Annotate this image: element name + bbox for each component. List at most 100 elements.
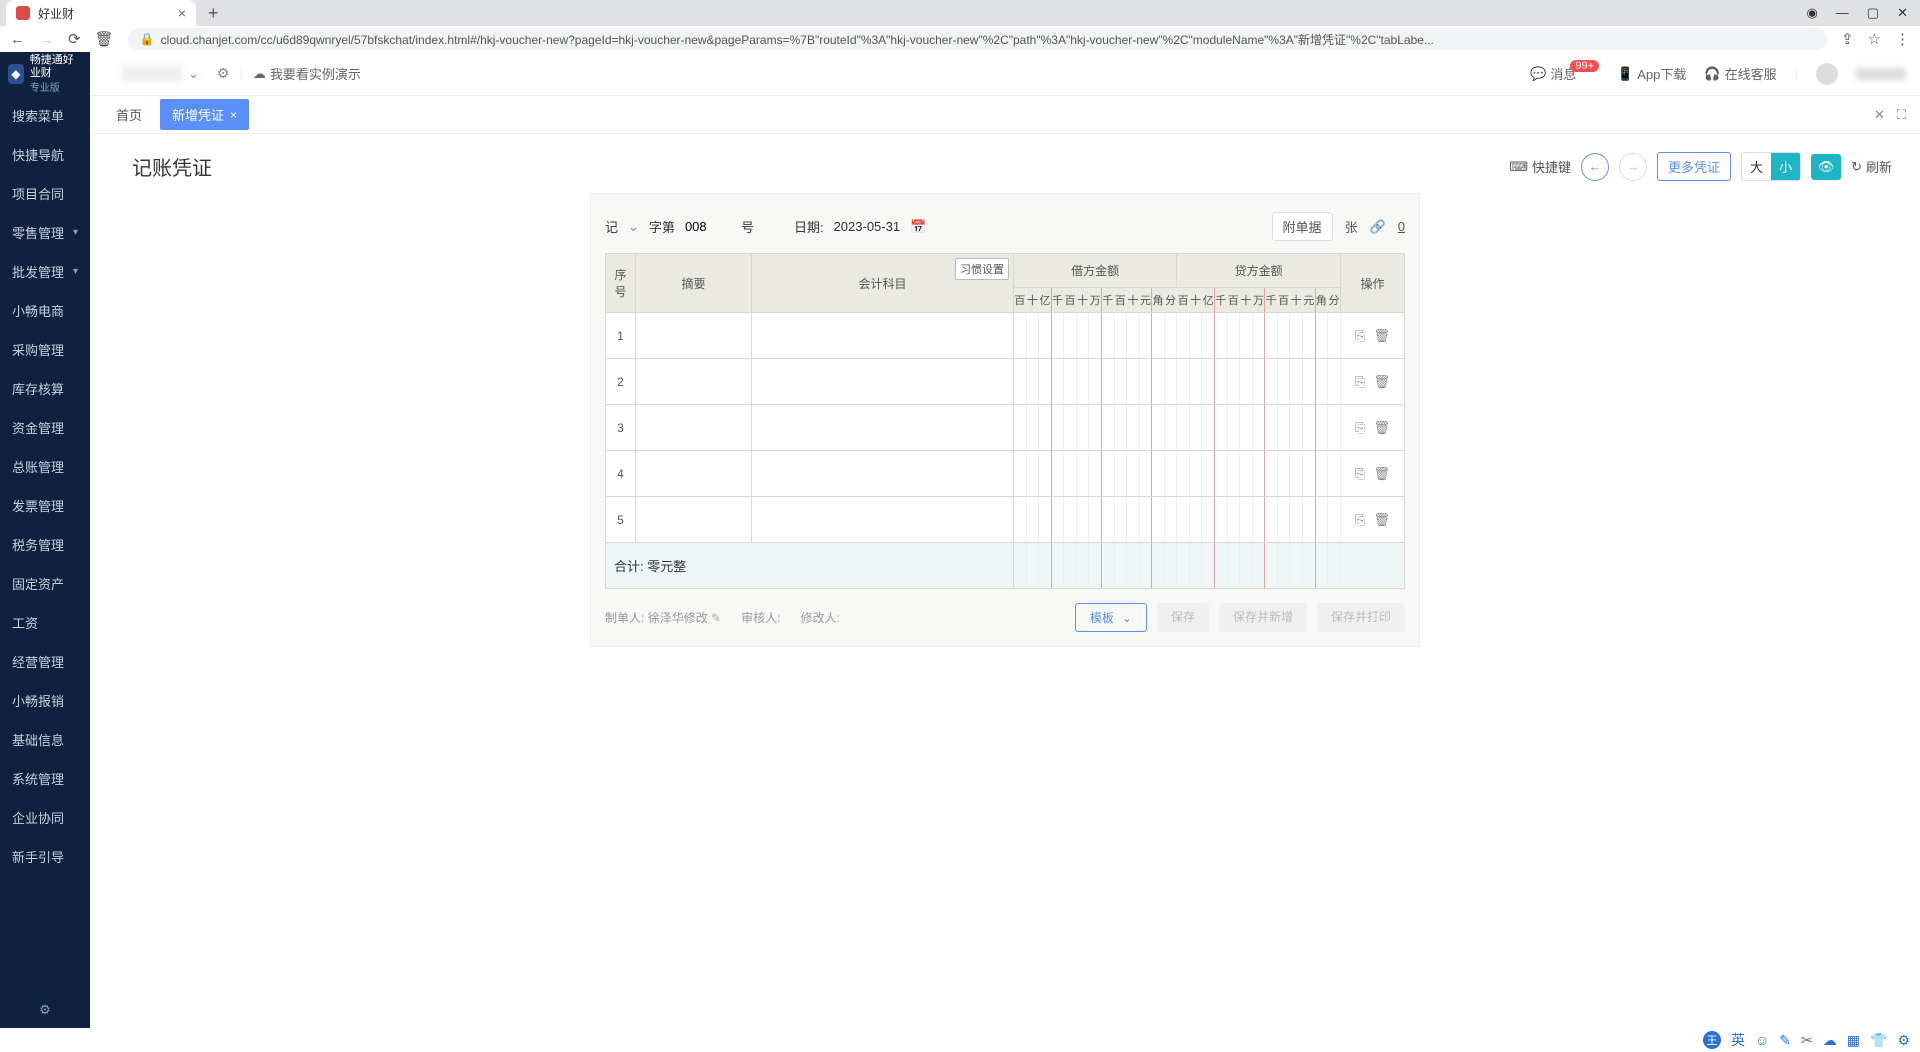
account-cell[interactable] [752, 497, 1014, 543]
ime-badge[interactable]: 王 [1703, 1031, 1721, 1049]
sidebar-settings-icon[interactable]: ⚙ [0, 992, 90, 1028]
table-row[interactable]: 3⎘🗑 [606, 405, 1405, 451]
account-cell[interactable] [752, 405, 1014, 451]
chevron-down-icon[interactable]: ⌄ [628, 219, 639, 235]
size-big-button[interactable]: 大 [1742, 153, 1771, 180]
sidebar-item-0[interactable]: 搜索菜单 [0, 96, 90, 135]
ime-scissors-icon[interactable]: ✂ [1801, 1032, 1813, 1049]
share-icon[interactable]: ⇪ [1841, 30, 1854, 48]
avatar[interactable] [1816, 63, 1838, 85]
app-download-link[interactable]: 📱 App下载 [1617, 64, 1686, 83]
sidebar-item-7[interactable]: 库存核算 [0, 369, 90, 408]
voucher-type[interactable]: 记 [605, 217, 618, 236]
sidebar-item-4[interactable]: 批发管理▾ [0, 252, 90, 291]
sidebar-item-8[interactable]: 资金管理 [0, 408, 90, 447]
sidebar-item-10[interactable]: 发票管理 [0, 486, 90, 525]
settings-icon[interactable]: ⚙ [217, 65, 230, 82]
sidebar-item-6[interactable]: 采购管理 [0, 330, 90, 369]
shortcut-button[interactable]: ⌨ 快捷键 [1509, 157, 1571, 176]
attach-doc-button[interactable]: 附单据 [1272, 212, 1333, 241]
table-row[interactable]: 1⎘🗑 [606, 313, 1405, 359]
account-icon[interactable]: ◉ [1806, 5, 1817, 21]
sidebar-item-19[interactable]: 新手引导 [0, 837, 90, 876]
more-vouchers-button[interactable]: 更多凭证 [1657, 152, 1731, 181]
sidebar-item-1[interactable]: 快捷导航 [0, 135, 90, 174]
menu-icon[interactable]: ⋮ [1895, 30, 1910, 48]
sidebar-item-18[interactable]: 企业协同 [0, 798, 90, 837]
forward-icon[interactable]: → [39, 31, 54, 48]
account-cell[interactable] [752, 359, 1014, 405]
calendar-icon[interactable]: 📅 [910, 219, 926, 235]
close-window-button[interactable]: ✕ [1897, 5, 1908, 21]
refresh-button[interactable]: ↻ 刷新 [1851, 157, 1892, 176]
tab-home[interactable]: 首页 [104, 99, 154, 130]
table-row[interactable]: 2⎘🗑 [606, 359, 1405, 405]
delete-row-icon[interactable]: 🗑 [1373, 420, 1390, 435]
org-dropdown[interactable]: ⌄ [114, 66, 207, 82]
sidebar-item-12[interactable]: 固定资产 [0, 564, 90, 603]
habit-settings-button[interactable]: 习惯设置 [955, 258, 1009, 280]
prev-button[interactable]: ← [1581, 153, 1609, 181]
sidebar-item-14[interactable]: 经营管理 [0, 642, 90, 681]
link-icon[interactable]: 🔗 [1370, 219, 1386, 235]
copy-row-icon[interactable]: ⎘ [1355, 466, 1365, 481]
edit-icon[interactable]: ✎ [711, 611, 721, 625]
tabs-close-all-icon[interactable]: ✕ [1874, 107, 1885, 123]
browser-tab[interactable]: 好业财 × [6, 0, 196, 26]
abstract-cell[interactable] [636, 313, 752, 359]
preview-button[interactable]: 👁 [1811, 154, 1841, 180]
copy-row-icon[interactable]: ⎘ [1355, 374, 1365, 389]
delete-row-icon[interactable]: 🗑 [1373, 512, 1390, 527]
save-new-button[interactable]: 保存并新增 [1219, 603, 1307, 632]
ime-face-icon[interactable]: ☺ [1755, 1032, 1769, 1048]
table-row[interactable]: 4⎘🗑 [606, 451, 1405, 497]
new-tab-button[interactable]: + [208, 3, 219, 24]
bookmark-icon[interactable]: ☆ [1868, 30, 1881, 48]
address-bar[interactable]: 🔒 cloud.chanjet.com/cc/u6d89qwnryel/57bf… [128, 28, 1827, 50]
sidebar-item-15[interactable]: 小畅报销 [0, 681, 90, 720]
save-button[interactable]: 保存 [1157, 603, 1209, 632]
messages-link[interactable]: 💬 消息 99+ [1530, 64, 1599, 83]
tab-close-icon[interactable]: × [178, 5, 186, 21]
ime-lang[interactable]: 英 [1731, 1030, 1745, 1050]
ime-edit-icon[interactable]: ✎ [1779, 1032, 1791, 1049]
voucher-number-input[interactable] [685, 219, 731, 234]
size-small-button[interactable]: 小 [1771, 153, 1800, 180]
sidebar-item-11[interactable]: 税务管理 [0, 525, 90, 564]
sidebar-item-17[interactable]: 系统管理 [0, 759, 90, 798]
ime-person-icon[interactable]: 👕 [1870, 1032, 1887, 1049]
tab-new-voucher[interactable]: 新增凭证 × [160, 99, 249, 130]
demo-link[interactable]: ☁ 我要看实例演示 [253, 64, 361, 83]
back-icon[interactable]: ← [10, 31, 25, 48]
sidebar-item-9[interactable]: 总账管理 [0, 447, 90, 486]
copy-row-icon[interactable]: ⎘ [1355, 512, 1365, 527]
abstract-cell[interactable] [636, 405, 752, 451]
abstract-cell[interactable] [636, 497, 752, 543]
reload-icon[interactable]: ⟳ [68, 30, 81, 48]
sidebar-item-2[interactable]: 项目合同 [0, 174, 90, 213]
sidebar-item-5[interactable]: 小畅电商 [0, 291, 90, 330]
sidebar-item-16[interactable]: 基础信息 [0, 720, 90, 759]
sidebar-item-13[interactable]: 工资 [0, 603, 90, 642]
sidebar-item-3[interactable]: 零售管理▾ [0, 213, 90, 252]
save-print-button[interactable]: 保存并打印 [1317, 603, 1405, 632]
delete-row-icon[interactable]: 🗑 [1373, 466, 1390, 481]
delete-row-icon[interactable]: 🗑 [1373, 328, 1390, 343]
maximize-button[interactable]: ▢ [1867, 5, 1879, 21]
template-button[interactable]: 模板 ⌄ [1075, 603, 1147, 632]
abstract-cell[interactable] [636, 451, 752, 497]
account-cell[interactable] [752, 313, 1014, 359]
ime-grid-icon[interactable]: ▦ [1847, 1032, 1860, 1049]
copy-row-icon[interactable]: ⎘ [1355, 420, 1365, 435]
trash-icon[interactable]: 🗑 [95, 30, 114, 48]
ime-settings-icon[interactable]: ⚙ [1897, 1032, 1910, 1049]
account-cell[interactable] [752, 451, 1014, 497]
next-button[interactable]: → [1619, 153, 1647, 181]
fullscreen-icon[interactable]: ⛶ [1897, 107, 1906, 123]
delete-row-icon[interactable]: 🗑 [1373, 374, 1390, 389]
copy-row-icon[interactable]: ⎘ [1355, 328, 1365, 343]
table-row[interactable]: 5⎘🗑 [606, 497, 1405, 543]
ime-cloud-icon[interactable]: ☁ [1823, 1032, 1837, 1049]
abstract-cell[interactable] [636, 359, 752, 405]
tab-close-icon[interactable]: × [230, 108, 237, 122]
